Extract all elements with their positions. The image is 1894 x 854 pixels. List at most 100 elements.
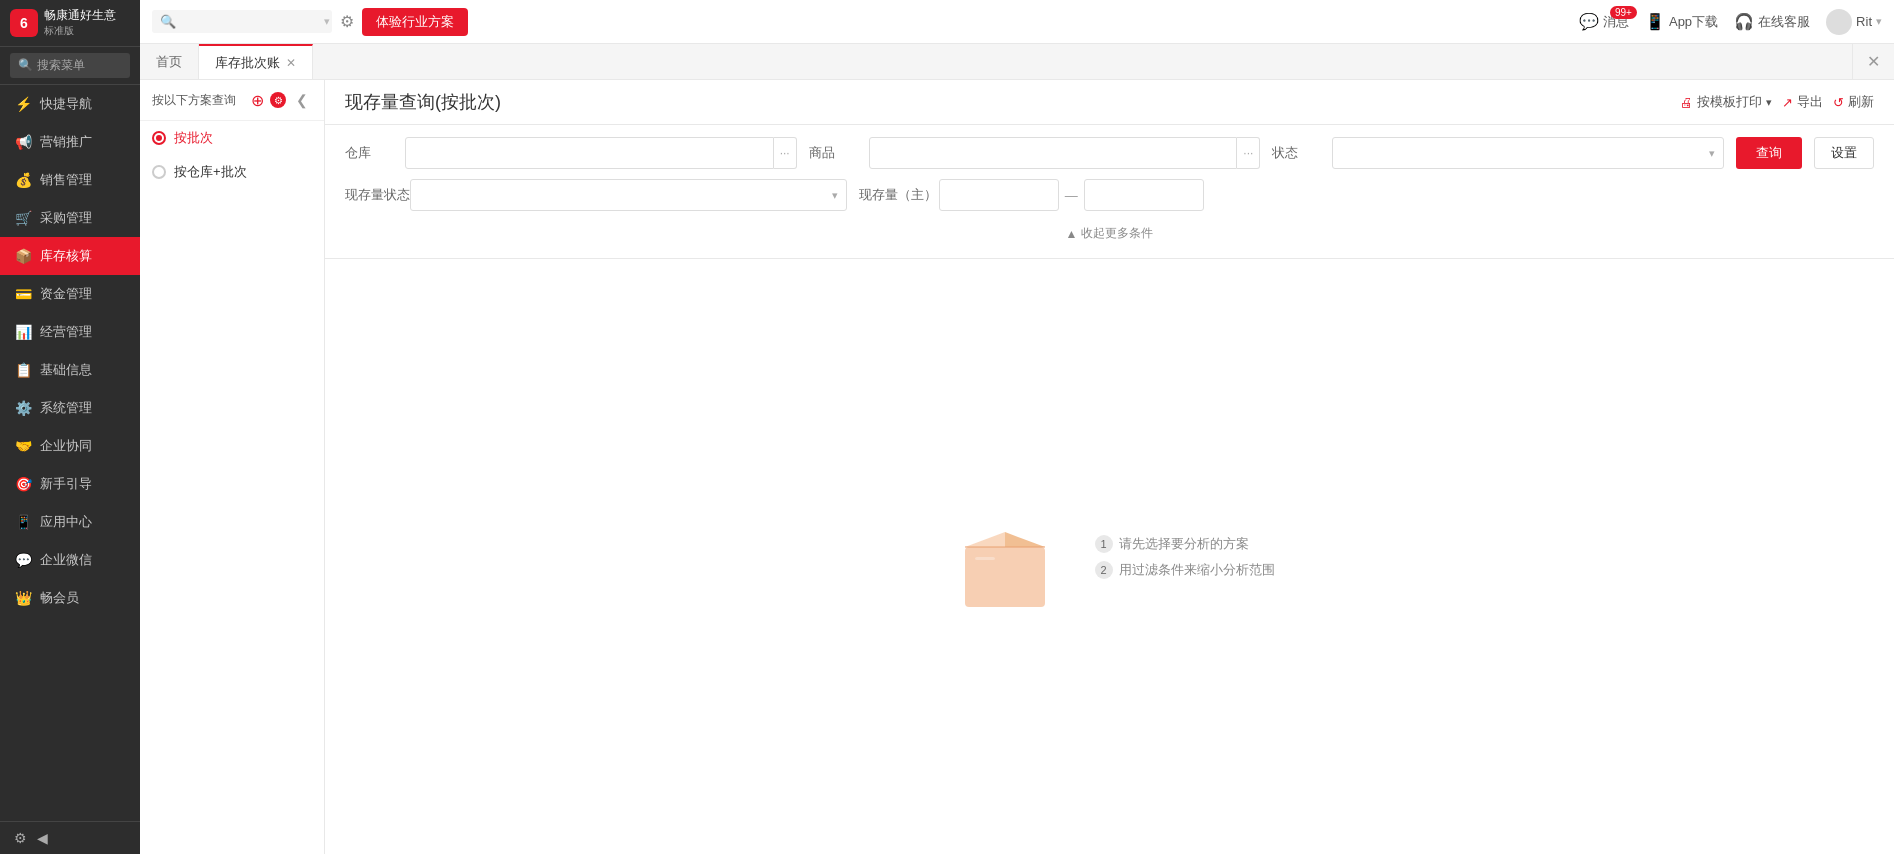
goods-more-button[interactable]: ··· [1237,137,1260,169]
empty-step-1: 1 请先选择要分析的方案 [1095,535,1275,553]
sidebar-item-wechat[interactable]: 💬 企业微信 [0,541,140,579]
topbar-search-input[interactable] [180,15,320,29]
sidebar-item-inventory[interactable]: 📦 库存核算 [0,237,140,275]
print-button[interactable]: 🖨 按模板打印 ▾ [1680,93,1772,111]
warehouse-more-button[interactable]: ··· [774,137,797,169]
radio-by-warehouse-batch [152,165,166,179]
sidebar-item-apps[interactable]: 📱 应用中心 [0,503,140,541]
left-panel-title: 按以下方案查询 [152,92,236,109]
step-1-number: 1 [1095,535,1113,553]
sidebar-search-label: 搜索菜单 [37,57,85,74]
collapse-left-panel-icon[interactable]: ❮ [292,90,312,110]
sidebar-item-label: 新手引导 [40,475,92,493]
messages-badge: 99+ [1610,6,1637,19]
topbar-right: 💬 消息 99+ 📱 App下载 🎧 在线客服 Rit ▾ [1579,9,1882,35]
sidebar-item-label: 经营管理 [40,323,92,341]
refresh-icon: ↺ [1833,95,1844,110]
close-all-tabs-button[interactable]: ✕ [1852,44,1894,79]
sidebar-item-system[interactable]: ⚙️ 系统管理 [0,389,140,427]
sidebar-item-newuser[interactable]: 🎯 新手引导 [0,465,140,503]
collapse-sidebar-icon[interactable]: ◀ [37,830,48,846]
sidebar-item-quick-nav[interactable]: ⚡ 快捷导航 [0,85,140,123]
refresh-button[interactable]: ↺ 刷新 [1833,93,1874,111]
goods-input[interactable] [869,137,1238,169]
sidebar-item-label: 营销推广 [40,133,92,151]
message-icon: 💬 [1579,12,1599,31]
app-download-icon: 📱 [1645,12,1665,31]
trial-industry-button[interactable]: 体验行业方案 [362,8,468,36]
system-icon: ⚙️ [14,399,32,417]
tab-inventory-batch[interactable]: 库存批次账 ✕ [199,44,313,79]
left-panel-actions: ⊕ ⚙ ❮ [251,90,312,110]
app-version: 标准版 [44,24,116,38]
user-menu[interactable]: Rit ▾ [1826,9,1882,35]
sidebar-footer: ⚙ ◀ [0,821,140,854]
sidebar-item-enterprise[interactable]: 🤝 企业协同 [0,427,140,465]
settings-footer-icon[interactable]: ⚙ [14,830,27,846]
settings-icon[interactable]: ⚙ [340,12,354,31]
search-icon: 🔍 [18,58,33,72]
sidebar-item-basic[interactable]: 📋 基础信息 [0,351,140,389]
app-download-button[interactable]: 📱 App下载 [1645,12,1718,31]
status-select[interactable]: ▾ [1332,137,1724,169]
settings-scheme-icon[interactable]: ⚙ [270,92,286,108]
empty-illustration [945,497,1065,617]
app-download-label: App下载 [1669,13,1718,31]
user-dropdown-icon: ▾ [1876,15,1882,28]
export-icon: ↗ [1782,95,1793,110]
online-service-button[interactable]: 🎧 在线客服 [1734,12,1810,31]
query-button[interactable]: 查询 [1736,137,1802,169]
collapse-up-icon: ▲ [1066,227,1078,241]
add-scheme-icon[interactable]: ⊕ [251,91,264,110]
warehouse-input[interactable] [405,137,774,169]
marketing-icon: 📢 [14,133,32,151]
enterprise-icon: 🤝 [14,437,32,455]
sidebar-search-area[interactable]: 🔍 搜索菜单 [0,47,140,85]
sidebar-item-label: 采购管理 [40,209,92,227]
scheme-by-batch[interactable]: 按批次 [140,121,324,155]
radio-by-batch [152,131,166,145]
sidebar-item-finance[interactable]: 💳 资金管理 [0,275,140,313]
sidebar-item-member[interactable]: 👑 畅会员 [0,579,140,617]
tab-close-icon[interactable]: ✕ [286,56,296,70]
print-dropdown-icon[interactable]: ▾ [1766,96,1772,109]
tab-home[interactable]: 首页 [140,44,199,79]
sidebar-search-inner[interactable]: 🔍 搜索菜单 [10,53,130,78]
export-button[interactable]: ↗ 导出 [1782,93,1823,111]
sidebar-item-purchase[interactable]: 🛒 采购管理 [0,199,140,237]
sidebar: 6 畅康通好生意 标准版 🔍 搜索菜单 ⚡ 快捷导航 📢 营销推广 💰 销售管理… [0,0,140,854]
sidebar-item-label: 系统管理 [40,399,92,417]
sidebar-item-operations[interactable]: 📊 经营管理 [0,313,140,351]
step-2-number: 2 [1095,561,1113,579]
filter-row-2: 现存量状态 ▾ 现存量（主） — [345,179,1874,211]
radio-dot [156,135,162,141]
topbar-search-area[interactable]: 🔍 ▾ [152,10,332,33]
online-service-label: 在线客服 [1758,13,1810,31]
sidebar-item-label: 快捷导航 [40,95,92,113]
scheme-by-warehouse-batch-label: 按仓库+批次 [174,163,247,181]
stock-amount-to-input[interactable] [1084,179,1204,211]
refresh-label: 刷新 [1848,93,1874,111]
purchase-icon: 🛒 [14,209,32,227]
empty-step-2: 2 用过滤条件来缩小分析范围 [1095,561,1275,579]
topbar-dropdown-icon[interactable]: ▾ [324,15,330,28]
goods-input-wrap: ··· [869,137,1261,169]
stock-amount-from-input[interactable] [939,179,1059,211]
scheme-by-warehouse-batch[interactable]: 按仓库+批次 [140,155,324,189]
stock-status-select[interactable]: ▾ [410,179,847,211]
sidebar-item-label: 销售管理 [40,171,92,189]
collapse-filters-button[interactable]: ▲ 收起更多条件 [345,221,1874,246]
goods-field: 商品 ··· [809,137,1261,169]
sidebar-item-label: 畅会员 [40,589,79,607]
status-field: 状态 ▾ [1272,137,1724,169]
sidebar-item-marketing[interactable]: 📢 营销推广 [0,123,140,161]
stock-status-field: 现存量状态 ▾ [345,179,847,211]
sidebar-item-sales[interactable]: 💰 销售管理 [0,161,140,199]
messages-button[interactable]: 💬 消息 99+ [1579,12,1629,31]
stock-amount-field: 现存量（主） — [859,179,1361,211]
print-icon: 🖨 [1680,95,1693,110]
goods-more-icon: ··· [1243,146,1253,160]
empty-svg [945,497,1065,617]
set-button[interactable]: 设置 [1814,137,1874,169]
inventory-icon: 📦 [14,247,32,265]
